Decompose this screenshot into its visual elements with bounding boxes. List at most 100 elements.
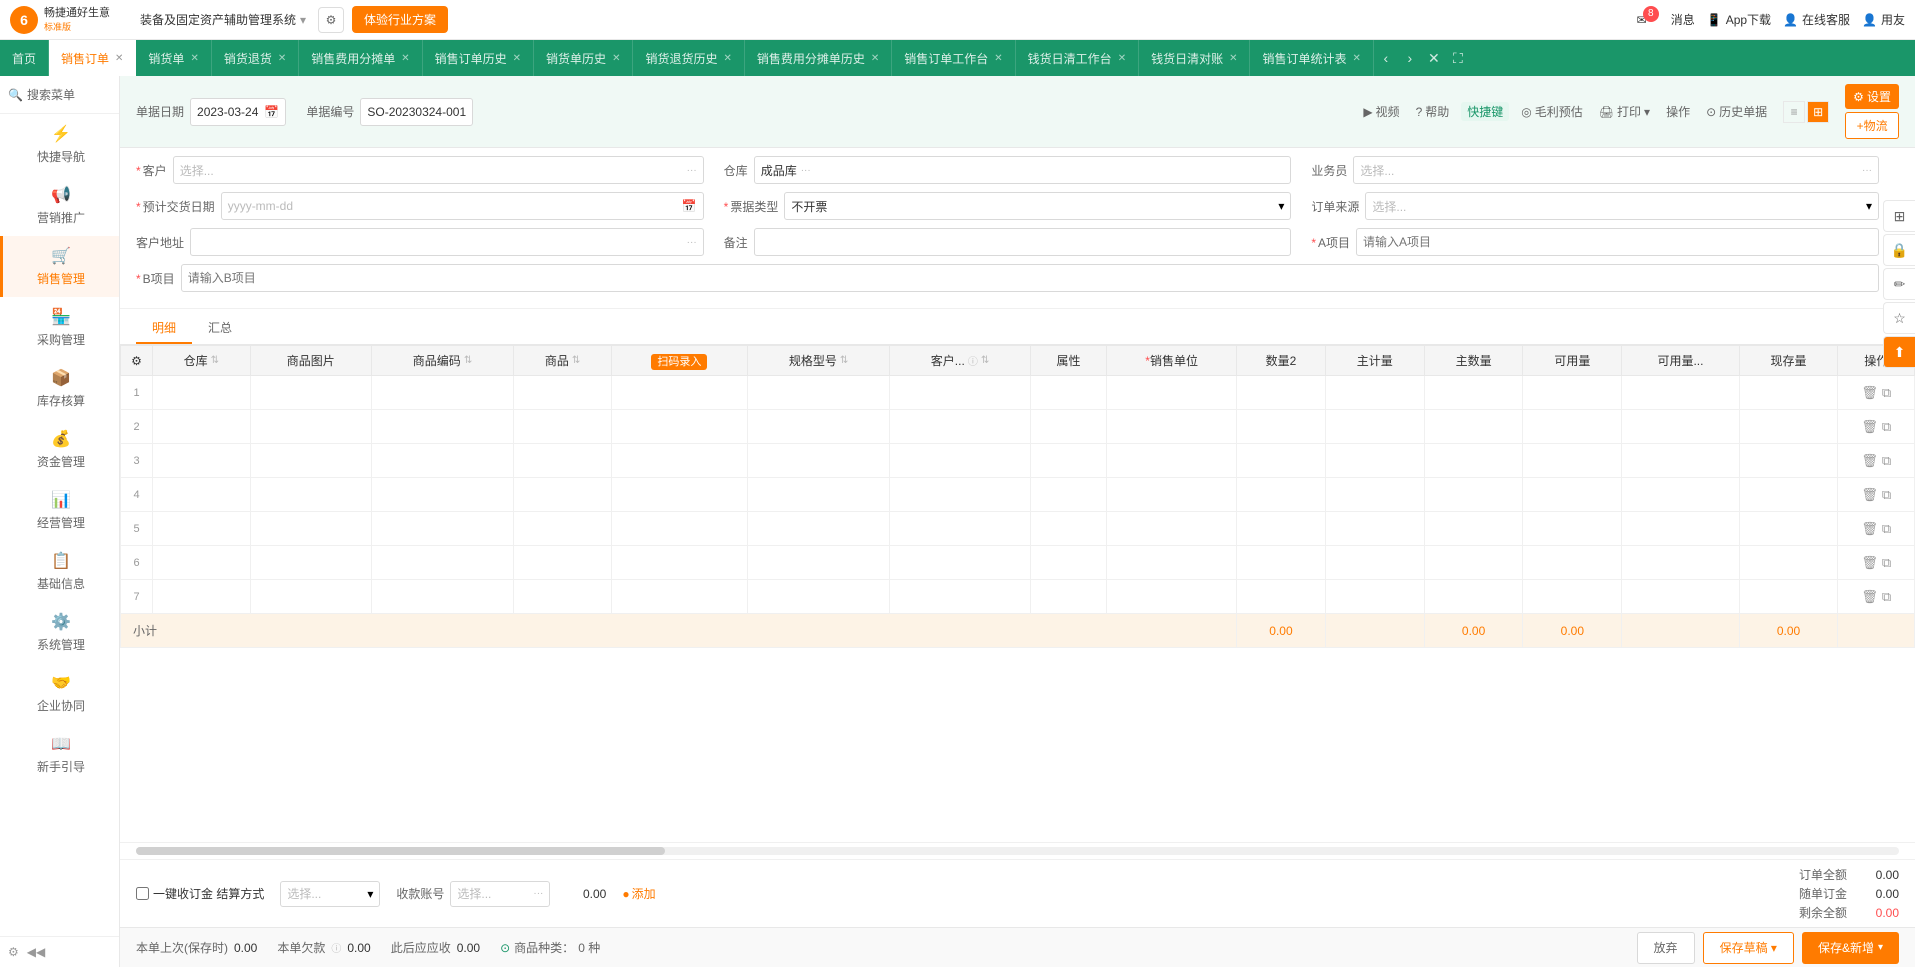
sort-icon[interactable]: ⇅ — [211, 355, 219, 366]
close-tab-icon[interactable]: ✕ — [994, 53, 1002, 64]
profit-estimate-btn[interactable]: ◎ 毛利预估 — [1517, 101, 1587, 122]
close-tab-icon[interactable]: ✕ — [190, 53, 198, 64]
sort-icon[interactable]: ⇅ — [572, 355, 580, 366]
order-source-input[interactable]: 选择... ▾ — [1365, 192, 1879, 220]
save-draft-btn[interactable]: 保存草稿 ▾ — [1703, 932, 1794, 964]
add-logistics-btn[interactable]: +物流 — [1845, 112, 1899, 139]
single-date-input[interactable]: 2023-03-24 📅 — [190, 98, 286, 126]
delete-row-btn[interactable]: 🗑 — [1861, 555, 1878, 571]
save-new-btn[interactable]: 保存&新增 ▾ — [1802, 932, 1899, 964]
tab-next-btn[interactable]: › — [1398, 40, 1422, 76]
float-btn-2[interactable]: 🔒 — [1883, 234, 1915, 266]
delete-row-btn[interactable]: 🗑 — [1861, 487, 1878, 503]
close-tab-icon[interactable]: ✕ — [401, 53, 409, 64]
settings-icon[interactable]: ⚙ — [8, 945, 19, 959]
print-btn[interactable]: 🖨 打印 ▾ — [1595, 101, 1654, 122]
add-receipt-btn[interactable]: ● 添加 — [622, 885, 655, 902]
tab-sales-order[interactable]: 销售订单 ✕ — [49, 40, 136, 76]
tab-cash-daily-reconcile[interactable]: 钱货日清对账 ✕ — [1139, 40, 1250, 76]
single-no-input[interactable]: SO-20230324-001 — [360, 98, 473, 126]
sidebar-item-system[interactable]: ⚙️ 系统管理 — [0, 602, 119, 663]
receipt-no-select[interactable]: 选择... ··· — [450, 881, 550, 907]
delete-row-btn[interactable]: 🗑 — [1861, 589, 1878, 605]
online-service-btn[interactable]: 👤 在线客服 — [1783, 11, 1850, 28]
settings-panel-btn[interactable]: ⚙ 设置 — [1845, 84, 1899, 109]
scrollbar-track[interactable] — [136, 847, 1899, 855]
app-download-btn[interactable]: 📱 App下载 — [1707, 11, 1771, 28]
copy-row-btn[interactable]: ⧉ — [1882, 487, 1891, 503]
delete-row-btn[interactable]: 🗑 — [1861, 419, 1878, 435]
view-toggle-grid-btn[interactable]: ⊞ — [1807, 101, 1829, 123]
sidebar-item-guide[interactable]: 📖 新手引导 — [0, 724, 119, 785]
tab-sales-invoice-history[interactable]: 销货单历史 ✕ — [534, 40, 633, 76]
close-tab-icon[interactable]: ✕ — [1353, 53, 1361, 64]
tab-sales-stats[interactable]: 销售订单统计表 ✕ — [1250, 40, 1373, 76]
close-tab-icon[interactable]: ✕ — [871, 53, 879, 64]
tab-sales-expense-history[interactable]: 销售费用分摊单历史 ✕ — [745, 40, 892, 76]
shortcut-btn[interactable]: 快捷键 — [1461, 102, 1509, 121]
delete-row-btn[interactable]: 🗑 — [1861, 453, 1878, 469]
sidebar-item-purchase[interactable]: 🏪 采购管理 — [0, 297, 119, 358]
warehouse-input[interactable]: 成品库 ··· — [754, 156, 1292, 184]
sidebar-item-inventory[interactable]: 📦 库存核算 — [0, 358, 119, 419]
collapse-btn[interactable]: ◀◀ — [27, 945, 45, 959]
copy-row-btn[interactable]: ⧉ — [1882, 385, 1891, 401]
float-btn-1[interactable]: ⊞ — [1883, 200, 1915, 232]
copy-row-btn[interactable]: ⧉ — [1882, 521, 1891, 537]
sidebar-item-quick-nav[interactable]: ⚡ 快捷导航 — [0, 114, 119, 175]
delete-row-btn[interactable]: 🗑 — [1861, 385, 1878, 401]
industry-btn[interactable]: 体验行业方案 — [352, 6, 448, 33]
tab-expand-btn[interactable]: ⛶ — [1446, 40, 1470, 76]
settle-method-select[interactable]: 选择... ▾ — [280, 881, 380, 907]
batch-settle-checkbox[interactable]: 一键收订金 结算方式 — [136, 885, 264, 902]
tab-home[interactable]: 首页 — [0, 40, 49, 76]
sidebar-search-item[interactable]: 🔍 搜索菜单 — [0, 76, 119, 114]
delivery-date-input[interactable]: yyyy-mm-dd 📅 — [221, 192, 704, 220]
tab-sales-expense[interactable]: 销售费用分摊单 ✕ — [299, 40, 422, 76]
tab-cash-daily-workbench[interactable]: 钱货日清工作台 ✕ — [1016, 40, 1139, 76]
close-tab-icon[interactable]: ✕ — [115, 53, 123, 64]
float-btn-5[interactable]: ⬆ — [1883, 336, 1915, 368]
help-btn[interactable]: ? 帮助 — [1412, 101, 1454, 122]
copy-row-btn[interactable]: ⧉ — [1882, 453, 1891, 469]
project-b-input[interactable] — [181, 264, 1879, 292]
close-tab-icon[interactable]: ✕ — [278, 53, 286, 64]
view-toggle-list-btn[interactable]: ≡ — [1783, 101, 1805, 123]
customer-input[interactable]: 选择... ··· — [173, 156, 704, 184]
address-input[interactable]: ··· — [190, 228, 704, 256]
sidebar-item-finance[interactable]: 💰 资金管理 — [0, 419, 119, 480]
close-tab-icon[interactable]: ✕ — [1118, 53, 1126, 64]
discard-btn[interactable]: 放弃 — [1637, 932, 1695, 964]
copy-row-btn[interactable]: ⧉ — [1882, 589, 1891, 605]
invoice-type-select[interactable]: 不开票 ▾ — [784, 192, 1291, 220]
tab-summary[interactable]: 汇总 — [192, 313, 248, 344]
salesperson-input[interactable]: 选择... ··· — [1353, 156, 1879, 184]
delete-row-btn[interactable]: 🗑 — [1861, 521, 1878, 537]
scrollbar-thumb[interactable] — [136, 847, 665, 855]
sidebar-item-sales[interactable]: 🛒 销售管理 — [0, 236, 119, 297]
sidebar-item-operation[interactable]: 📊 经营管理 — [0, 480, 119, 541]
tab-more-btn[interactable]: ✕ — [1422, 40, 1446, 76]
tab-sales-order-history[interactable]: 销售订单历史 ✕ — [423, 40, 534, 76]
tab-sales-return[interactable]: 销货退货 ✕ — [212, 40, 299, 76]
sort-icon[interactable]: ⇅ — [981, 355, 989, 366]
scan-badge[interactable]: 扫码录入 — [651, 354, 707, 370]
th-scan[interactable]: 扫码录入 — [611, 346, 747, 376]
remark-input[interactable] — [754, 228, 1292, 256]
gear-button[interactable]: ⚙ — [318, 7, 344, 33]
copy-row-btn[interactable]: ⧉ — [1882, 419, 1891, 435]
close-tab-icon[interactable]: ✕ — [1229, 53, 1237, 64]
sort-icon[interactable]: ⇅ — [464, 355, 472, 366]
close-tab-icon[interactable]: ✕ — [513, 53, 521, 64]
project-a-input[interactable] — [1356, 228, 1879, 256]
sidebar-item-enterprise[interactable]: 🤝 企业协同 — [0, 663, 119, 724]
tab-prev-btn[interactable]: ‹ — [1374, 40, 1398, 76]
float-btn-4[interactable]: ☆ — [1883, 302, 1915, 334]
close-tab-icon[interactable]: ✕ — [612, 53, 620, 64]
chevron-down-icon[interactable]: ▾ — [300, 13, 306, 27]
float-btn-3[interactable]: ✏ — [1883, 268, 1915, 300]
th-settings[interactable]: ⚙ — [121, 346, 153, 376]
tab-sales-workbench[interactable]: 销售订单工作台 ✕ — [892, 40, 1015, 76]
message-btn[interactable]: ✉ 8 消息 — [1637, 11, 1695, 28]
sort-icon[interactable]: ⇅ — [840, 355, 848, 366]
